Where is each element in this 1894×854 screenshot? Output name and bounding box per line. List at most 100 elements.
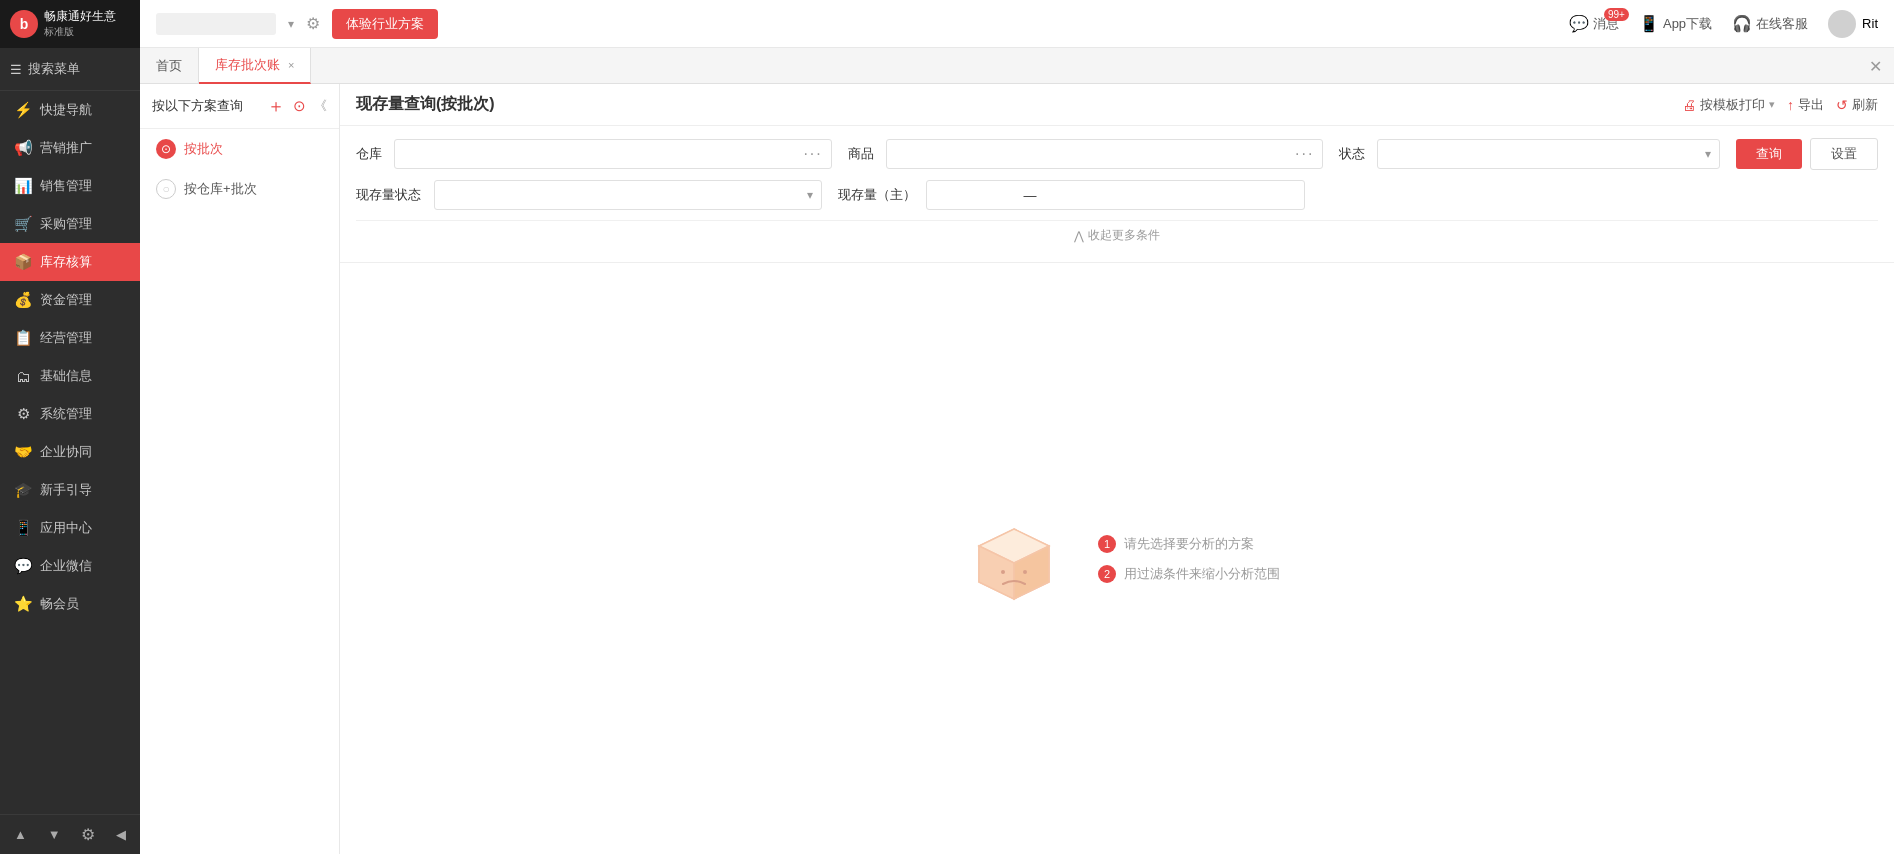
empty-step-2: 2 用过滤条件来缩小分析范围 [1098,565,1280,583]
search-field-inv-qty: 现存量（主） — [838,180,1304,210]
filter-collapse-btn[interactable]: 《 [314,97,327,115]
sales-icon: 📊 [14,177,32,195]
export-btn[interactable]: ↑ 导出 [1787,96,1824,114]
sidebar-item-label: 采购管理 [40,215,92,233]
app-download-label: App下载 [1663,15,1712,33]
search-row-2: 现存量状态 ▾ 现存量（主） — [356,180,1878,210]
step1-text: 请先选择要分析的方案 [1124,535,1254,553]
search-field-status: 状态 ▾ [1339,139,1720,169]
product-dots[interactable]: ··· [1295,145,1314,163]
sidebar-item-label: 资金管理 [40,291,92,309]
empty-illustration [954,499,1074,619]
search-field-product: 商品 ··· [848,139,1324,169]
sidebar-item-label: 畅会员 [40,595,79,613]
product-input[interactable] [895,147,1295,162]
warehouse-dots[interactable]: ··· [803,145,822,163]
phone-icon: 📱 [1639,14,1659,33]
sidebar-item-label: 营销推广 [40,139,92,157]
sidebar-item-shortcuts[interactable]: ⚡ 快捷导航 [0,91,140,129]
topbar-chevron-icon[interactable]: ▾ [288,17,294,31]
query-btn[interactable]: 查询 [1736,139,1802,169]
sidebar-item-newbie[interactable]: 🎓 新手引导 [0,471,140,509]
inv-status-chevron-icon: ▾ [807,188,813,202]
topbar-user[interactable]: Rit [1828,10,1878,38]
step2-number: 2 [1098,565,1116,583]
refresh-btn[interactable]: ↺ 刷新 [1836,96,1878,114]
step1-number: 1 [1098,535,1116,553]
sidebar-search-btn[interactable]: ☰ 搜索菜单 [10,56,130,82]
message-icon: 💬 [1569,14,1589,33]
export-icon: ↑ [1787,97,1794,113]
page-actions: 🖨 按模板打印 ▾ ↑ 导出 ↺ 刷新 [1682,96,1878,114]
topbar-app-download[interactable]: 📱 App下载 [1639,14,1712,33]
search-icon: ☰ [10,62,22,77]
sidebar-item-basic[interactable]: 🗂 基础信息 [0,357,140,395]
warehouse-label: 仓库 [356,145,386,163]
filter-add-btn[interactable]: ＋ [267,94,285,118]
basic-icon: 🗂 [14,367,32,385]
empty-text-block: 1 请先选择要分析的方案 2 用过滤条件来缩小分析范围 [1098,535,1280,583]
app-logo: b [10,10,38,38]
sidebar-item-wechat[interactable]: 💬 企业微信 [0,547,140,585]
action-btn-row: 查询 设置 [1736,138,1878,170]
export-btn-label: 导出 [1798,96,1824,114]
collapse-btn[interactable]: ⋀ 收起更多条件 [1074,227,1160,244]
sidebar-item-inventory[interactable]: 📦 库存核算 [0,243,140,281]
finance-icon: 💰 [14,291,32,309]
sidebar-item-operations[interactable]: 📋 经营管理 [0,319,140,357]
filter-item-batch[interactable]: ⊙ 按批次 [140,129,339,169]
sidebar-scroll-down[interactable]: ▼ [48,827,61,842]
topbar-search-input[interactable] [156,13,276,35]
experience-btn[interactable]: 体验行业方案 [332,9,438,39]
sidebar-item-sales[interactable]: 📊 销售管理 [0,167,140,205]
main-area: ▾ ⚙ 体验行业方案 💬 消息 99+ 📱 App下载 🎧 在线客服 Rit [140,0,1894,854]
sidebar-item-label: 系统管理 [40,405,92,423]
tab-home[interactable]: 首页 [140,48,199,84]
online-service-label: 在线客服 [1756,15,1808,33]
inv-qty-max-input[interactable] [1044,188,1124,203]
sidebar-toggle-btn[interactable]: ◀ [116,827,126,842]
print-btn[interactable]: 🖨 按模板打印 ▾ [1682,96,1775,114]
inventory-icon: 📦 [14,253,32,271]
sidebar-item-finance[interactable]: 💰 资金管理 [0,281,140,319]
sidebar-settings-btn[interactable]: ⚙ [81,825,95,844]
filter-item-warehouse-batch[interactable]: ○ 按仓库+批次 [140,169,339,209]
product-input-wrapper[interactable]: ··· [886,139,1324,169]
filter-item-warehouse-batch-label: 按仓库+批次 [184,180,257,198]
tab-close-icon[interactable]: × [288,59,294,71]
headset-icon: 🎧 [1732,14,1752,33]
sidebar-scroll-up[interactable]: ▲ [14,827,27,842]
refresh-btn-label: 刷新 [1852,96,1878,114]
messages-badge: 99+ [1604,8,1629,21]
sidebar-item-member[interactable]: ⭐ 畅会员 [0,585,140,623]
topbar: ▾ ⚙ 体验行业方案 💬 消息 99+ 📱 App下载 🎧 在线客服 Rit [140,0,1894,48]
operations-icon: 📋 [14,329,32,347]
warehouse-input-wrapper[interactable]: ··· [394,139,832,169]
inv-qty-min-input[interactable] [935,188,1015,203]
newbie-icon: 🎓 [14,481,32,499]
sidebar-item-marketing[interactable]: 📢 营销推广 [0,129,140,167]
step2-text: 用过滤条件来缩小分析范围 [1124,565,1280,583]
topbar-online-service[interactable]: 🎧 在线客服 [1732,14,1808,33]
filter-settings-btn[interactable]: ⊙ [293,97,306,115]
app-title-block: 畅康通好生意 标准版 [44,9,116,39]
inv-status-select-wrapper[interactable]: ▾ [434,180,822,210]
sidebar-item-system[interactable]: ⚙ 系统管理 [0,395,140,433]
warehouse-input[interactable] [403,147,803,162]
search-row-1: 仓库 ··· 商品 ··· [356,138,1878,170]
sidebar-search-area[interactable]: ☰ 搜索菜单 [0,48,140,91]
main-close-icon[interactable]: ✕ [1869,56,1882,75]
filter-item-batch-icon: ⊙ [156,139,176,159]
topbar-gear-icon[interactable]: ⚙ [306,14,320,33]
shortcuts-icon: ⚡ [14,101,32,119]
sidebar-item-apps[interactable]: 📱 应用中心 [0,509,140,547]
sidebar-item-purchase[interactable]: 🛒 采购管理 [0,205,140,243]
collapse-chevron-up-icon: ⋀ [1074,229,1084,243]
sidebar-item-label: 企业微信 [40,557,92,575]
tab-inventory-batch[interactable]: 库存批次账 × [199,48,311,84]
status-select-wrapper[interactable]: ▾ [1377,139,1720,169]
topbar-messages[interactable]: 💬 消息 99+ [1569,14,1619,33]
sidebar-item-enterprise[interactable]: 🤝 企业协同 [0,433,140,471]
refresh-icon: ↺ [1836,97,1848,113]
settings-btn[interactable]: 设置 [1810,138,1878,170]
